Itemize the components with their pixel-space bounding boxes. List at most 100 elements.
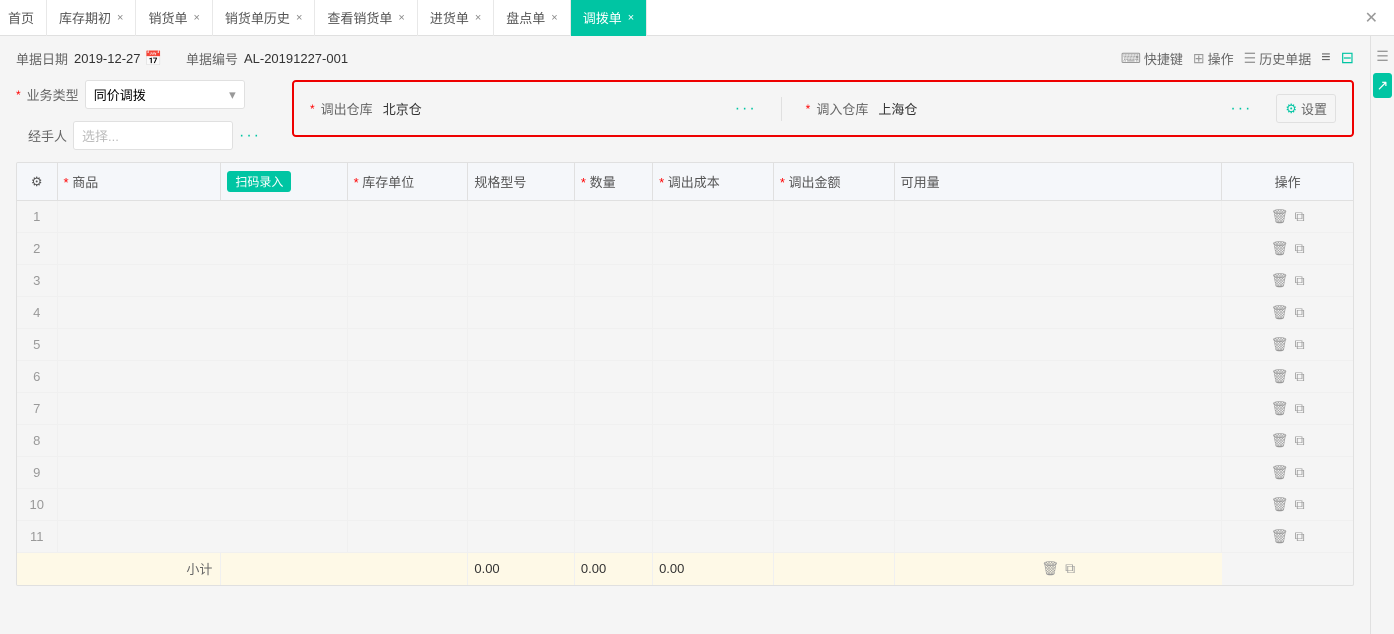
qty-cell[interactable] [574, 265, 652, 297]
copy-icon[interactable]: ⧉ [1295, 496, 1305, 513]
spec-cell[interactable] [468, 265, 575, 297]
tab-stocktake[interactable]: 盘点单 × [494, 0, 570, 36]
copy-icon[interactable]: ⧉ [1295, 400, 1305, 417]
spec-cell[interactable] [468, 201, 575, 233]
sidebar-doc-icon[interactable]: ☰ [1372, 44, 1393, 69]
copy-icon[interactable]: ⧉ [1295, 240, 1305, 257]
tab-purchase-order[interactable]: 进货单 × [418, 0, 494, 36]
unit-cell[interactable] [347, 489, 468, 521]
cost-cell[interactable] [653, 361, 774, 393]
spec-cell[interactable] [468, 329, 575, 361]
qty-cell[interactable] [574, 329, 652, 361]
spec-cell[interactable] [468, 457, 575, 489]
product-cell[interactable] [57, 393, 347, 425]
qty-cell[interactable] [574, 201, 652, 233]
delete-icon[interactable]: 🗑 [1271, 304, 1289, 321]
qty-cell[interactable] [574, 425, 652, 457]
qty-cell[interactable] [574, 297, 652, 329]
th-settings[interactable]: ⚙ [17, 163, 57, 201]
close-icon[interactable]: × [628, 12, 634, 24]
sidebar-expand-icon[interactable]: ↗ [1373, 73, 1393, 98]
spec-cell[interactable] [468, 425, 575, 457]
business-type-dropdown[interactable]: 同价调拨 ▾ [85, 80, 245, 109]
delete-icon[interactable]: 🗑 [1271, 464, 1289, 481]
close-icon[interactable]: × [475, 12, 481, 24]
spec-cell[interactable] [468, 393, 575, 425]
unit-cell[interactable] [347, 329, 468, 361]
amount-cell[interactable] [773, 361, 894, 393]
amount-cell[interactable] [773, 297, 894, 329]
amount-cell[interactable] [773, 425, 894, 457]
delete-icon[interactable]: 🗑 [1271, 272, 1289, 289]
available-cell[interactable] [894, 329, 1222, 361]
delete-icon[interactable]: 🗑 [1271, 368, 1289, 385]
spec-cell[interactable] [468, 489, 575, 521]
copy-icon[interactable]: ⧉ [1295, 208, 1305, 225]
product-cell[interactable] [57, 489, 347, 521]
delete-icon[interactable]: 🗑 [1271, 240, 1289, 257]
spec-cell[interactable] [468, 233, 575, 265]
unit-cell[interactable] [347, 393, 468, 425]
layout-button-2[interactable]: ⊟ [1341, 48, 1354, 68]
close-icon[interactable]: × [551, 12, 557, 24]
shortcuts-button[interactable]: ⌨ 快捷键 [1121, 49, 1183, 68]
cost-cell[interactable] [653, 233, 774, 265]
cost-cell[interactable] [653, 521, 774, 553]
unit-cell[interactable] [347, 521, 468, 553]
unit-cell[interactable] [347, 457, 468, 489]
cost-cell[interactable] [653, 297, 774, 329]
agent-dropdown[interactable]: 选择... [73, 121, 233, 150]
product-cell[interactable] [57, 329, 347, 361]
copy-icon[interactable]: ⧉ [1295, 464, 1305, 481]
delete-icon[interactable]: 🗑 [1271, 432, 1289, 449]
amount-cell[interactable] [773, 457, 894, 489]
calendar-icon[interactable]: 📅 [145, 50, 162, 67]
available-cell[interactable] [894, 521, 1222, 553]
product-cell[interactable] [57, 297, 347, 329]
copy-icon[interactable]: ⧉ [1295, 528, 1305, 545]
available-cell[interactable] [894, 489, 1222, 521]
spec-cell[interactable] [468, 521, 575, 553]
product-cell[interactable] [57, 361, 347, 393]
unit-cell[interactable] [347, 425, 468, 457]
copy-icon[interactable]: ⧉ [1295, 368, 1305, 385]
unit-cell[interactable] [347, 265, 468, 297]
product-cell[interactable] [57, 201, 347, 233]
unit-cell[interactable] [347, 361, 468, 393]
spec-cell[interactable] [468, 297, 575, 329]
unit-cell[interactable] [347, 233, 468, 265]
cost-cell[interactable] [653, 265, 774, 297]
copy-icon[interactable]: ⧉ [1295, 304, 1305, 321]
cost-cell[interactable] [653, 201, 774, 233]
delete-icon[interactable]: 🗑 [1271, 496, 1289, 513]
out-warehouse-more-button[interactable]: ··· [735, 100, 757, 118]
amount-cell[interactable] [773, 521, 894, 553]
qty-cell[interactable] [574, 489, 652, 521]
cost-cell[interactable] [653, 489, 774, 521]
available-cell[interactable] [894, 457, 1222, 489]
copy-icon[interactable]: ⧉ [1295, 272, 1305, 289]
unit-cell[interactable] [347, 201, 468, 233]
qty-cell[interactable] [574, 393, 652, 425]
tab-view-sales[interactable]: 查看销货单 × [315, 0, 417, 36]
delete-icon[interactable]: 🗑 [1271, 528, 1289, 545]
scan-button[interactable]: 扫码录入 [227, 171, 291, 192]
qty-cell[interactable] [574, 457, 652, 489]
unit-cell[interactable] [347, 297, 468, 329]
main-close-button[interactable]: ✕ [1357, 8, 1386, 28]
tab-sales-history[interactable]: 销货单历史 × [213, 0, 315, 36]
delete-icon[interactable]: 🗑 [1271, 336, 1289, 353]
available-cell[interactable] [894, 425, 1222, 457]
in-warehouse-more-button[interactable]: ··· [1230, 100, 1252, 118]
cost-cell[interactable] [653, 457, 774, 489]
delete-icon[interactable]: 🗑 [1041, 560, 1059, 577]
cost-cell[interactable] [653, 393, 774, 425]
tab-sales-order[interactable]: 销货单 × [136, 0, 212, 36]
amount-cell[interactable] [773, 265, 894, 297]
close-icon[interactable]: × [193, 12, 199, 24]
product-cell[interactable] [57, 457, 347, 489]
tab-inventory-init[interactable]: 库存期初 × [47, 0, 136, 36]
copy-icon[interactable]: ⧉ [1295, 336, 1305, 353]
qty-cell[interactable] [574, 521, 652, 553]
copy-icon[interactable]: ⧉ [1295, 432, 1305, 449]
